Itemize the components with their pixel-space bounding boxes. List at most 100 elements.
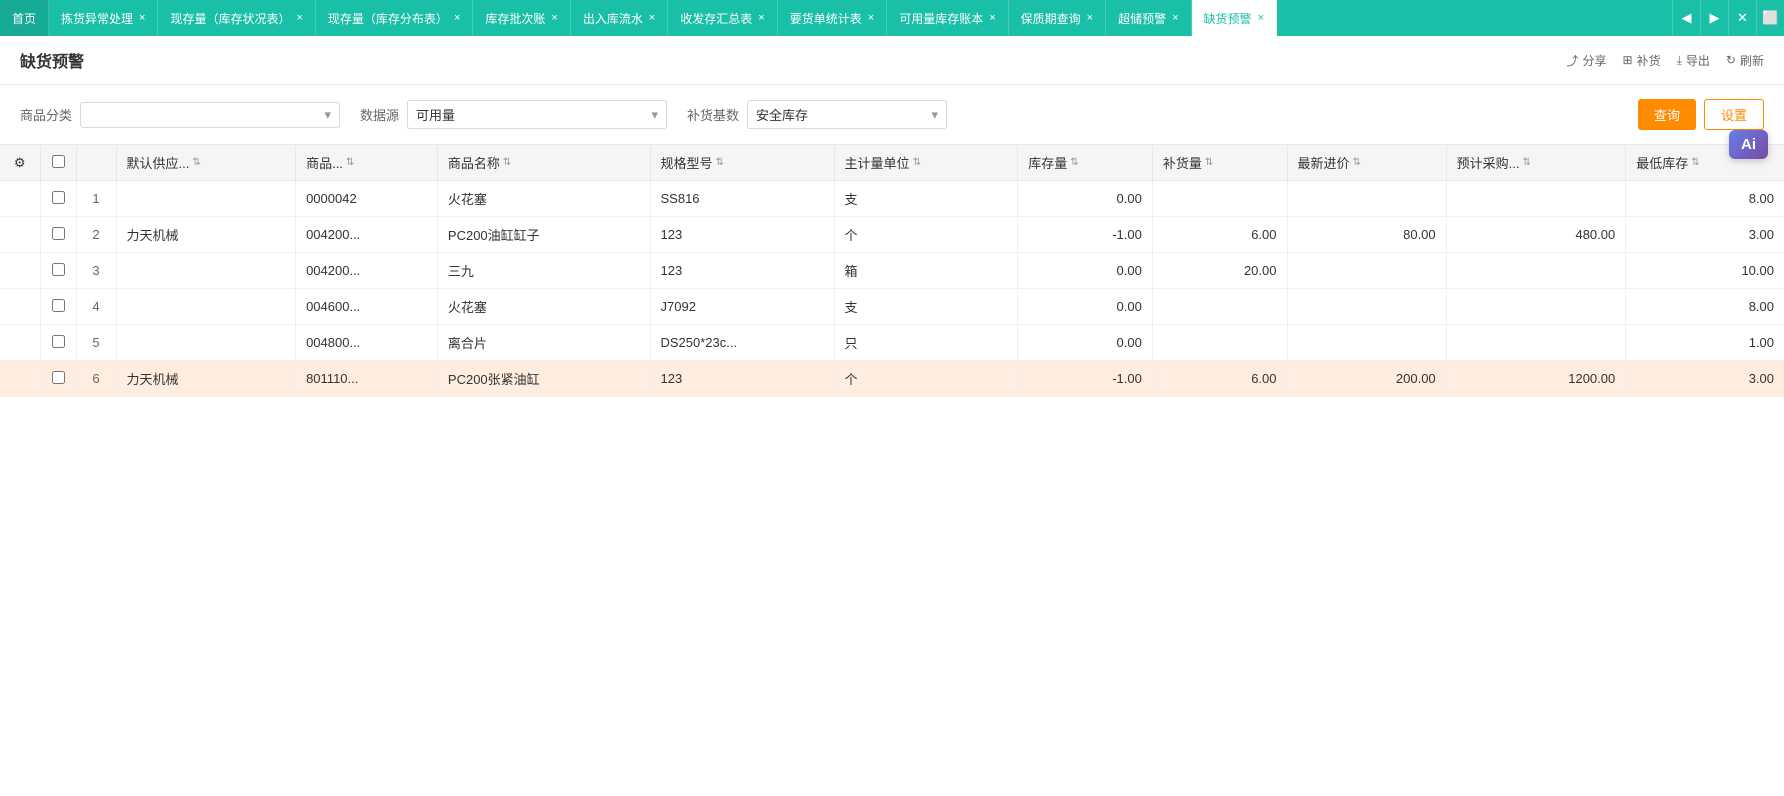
- tab-batch-account[interactable]: 库存批次账 ×: [473, 0, 570, 36]
- td-latest-price-2: [1287, 253, 1446, 289]
- td-latest-price-1: 80.00: [1287, 217, 1446, 253]
- td-checkbox-1[interactable]: [40, 217, 76, 253]
- refresh-button[interactable]: ↻ 刷新: [1726, 52, 1764, 69]
- tab-close-exception[interactable]: ×: [139, 12, 145, 24]
- select-all-checkbox[interactable]: [52, 155, 65, 168]
- row-checkbox-2[interactable]: [52, 263, 65, 276]
- tab-close-inout-flow[interactable]: ×: [649, 12, 655, 24]
- th-unit[interactable]: 主计量单位 ⇅: [834, 145, 1018, 181]
- table-row: 2 力天机械 004200... PC200油缸缸子 123 个 -1.00 6…: [0, 217, 1784, 253]
- th-stock[interactable]: 库存量 ⇅: [1018, 145, 1153, 181]
- tab-close-inventory-dist[interactable]: ×: [454, 12, 460, 24]
- tab-close-overstock[interactable]: ×: [1172, 12, 1178, 24]
- sort-icon-latest-price: ⇅: [1353, 157, 1361, 168]
- th-product-name[interactable]: 商品名称 ⇅: [437, 145, 650, 181]
- tab-receive-summary[interactable]: 收发存汇总表 ×: [668, 0, 777, 36]
- filter-restock-label: 补货基数: [687, 105, 739, 124]
- table-container: ⚙ 默认供应... ⇅ 商品... ⇅: [0, 145, 1784, 397]
- tab-inventory-status[interactable]: 现存量（库存状况表） ×: [158, 0, 315, 36]
- restock-button[interactable]: ⊞ 补货: [1623, 52, 1661, 69]
- tab-bar: 首页 拣货异常处理 × 现存量（库存状况表） × 现存量（库存分布表） × 库存…: [0, 0, 1784, 36]
- th-latest-price[interactable]: 最新进价 ⇅: [1287, 145, 1446, 181]
- tab-close-inventory-status[interactable]: ×: [296, 12, 302, 24]
- tab-inout-flow[interactable]: 出入库流水 ×: [571, 0, 668, 36]
- table-row: 6 力天机械 801110... PC200张紧油缸 123 个 -1.00 6…: [0, 361, 1784, 397]
- td-latest-price-3: [1287, 289, 1446, 325]
- td-latest-price-5: 200.00: [1287, 361, 1446, 397]
- table-row: 5 004800... 离合片 DS250*23c... 只 0.00 1.00: [0, 325, 1784, 361]
- td-unit-1: 个: [834, 217, 1018, 253]
- td-stock-4: 0.00: [1018, 325, 1153, 361]
- td-product-name-2: 三九: [437, 253, 650, 289]
- tab-close-batch-account[interactable]: ×: [551, 12, 557, 24]
- th-checkbox[interactable]: [40, 145, 76, 181]
- td-stock-0: 0.00: [1018, 181, 1153, 217]
- tab-order-stats[interactable]: 要货单统计表 ×: [778, 0, 887, 36]
- row-checkbox-4[interactable]: [52, 335, 65, 348]
- th-gear[interactable]: ⚙: [0, 145, 40, 181]
- filter-datasource-select[interactable]: 可用量 ▾: [407, 100, 667, 129]
- tab-home[interactable]: 首页: [0, 0, 49, 36]
- td-restock-qty-2: 20.00: [1152, 253, 1287, 289]
- tab-close-shortage[interactable]: ×: [1258, 12, 1264, 24]
- ai-badge[interactable]: Ai: [1729, 130, 1768, 159]
- tab-overstock[interactable]: 超储预警 ×: [1106, 0, 1191, 36]
- td-checkbox-4[interactable]: [40, 325, 76, 361]
- table-row: 1 0000042 火花塞 SS816 支 0.00 8.00: [0, 181, 1784, 217]
- refresh-icon: ↻: [1726, 53, 1736, 67]
- th-product-code[interactable]: 商品... ⇅: [296, 145, 438, 181]
- tab-prev-button[interactable]: ◀: [1672, 0, 1700, 36]
- tab-close-all-button[interactable]: ✕: [1728, 0, 1756, 36]
- td-spec-2: 123: [650, 253, 834, 289]
- td-product-code-0: 0000042: [296, 181, 438, 217]
- tab-close-available-ledger[interactable]: ×: [989, 12, 995, 24]
- th-spec[interactable]: 规格型号 ⇅: [650, 145, 834, 181]
- export-button[interactable]: ⤓ 导出: [1677, 52, 1710, 69]
- td-row-num-0: 1: [76, 181, 116, 217]
- tab-inventory-dist[interactable]: 现存量（库存分布表） ×: [316, 0, 473, 36]
- td-checkbox-5[interactable]: [40, 361, 76, 397]
- export-icon: ⤓: [1677, 53, 1682, 68]
- table-body: 1 0000042 火花塞 SS816 支 0.00 8.00 2 力天机械 0…: [0, 181, 1784, 397]
- tab-maximize-button[interactable]: ⬜: [1756, 0, 1784, 36]
- td-est-purchase-0: [1446, 181, 1626, 217]
- tab-expiry[interactable]: 保质期查询 ×: [1009, 0, 1106, 36]
- tab-close-receive-summary[interactable]: ×: [758, 12, 764, 24]
- td-row-num-3: 4: [76, 289, 116, 325]
- td-checkbox-0[interactable]: [40, 181, 76, 217]
- td-unit-5: 个: [834, 361, 1018, 397]
- th-default-supplier[interactable]: 默认供应... ⇅: [116, 145, 296, 181]
- th-restock-qty[interactable]: 补货量 ⇅: [1152, 145, 1287, 181]
- row-checkbox-1[interactable]: [52, 227, 65, 240]
- setting-button[interactable]: 设置: [1704, 99, 1764, 130]
- filter-actions: 查询 设置: [1638, 99, 1764, 130]
- filter-category-select[interactable]: ▾: [80, 102, 340, 128]
- row-checkbox-3[interactable]: [52, 299, 65, 312]
- tab-next-button[interactable]: ▶: [1700, 0, 1728, 36]
- tab-available-ledger[interactable]: 可用量库存账本 ×: [887, 0, 1008, 36]
- td-restock-qty-5: 6.00: [1152, 361, 1287, 397]
- tab-shortage[interactable]: 缺货预警 ×: [1192, 0, 1277, 36]
- td-product-name-1: PC200油缸缸子: [437, 217, 650, 253]
- sort-icon-restock-qty: ⇅: [1205, 157, 1213, 168]
- row-checkbox-5[interactable]: [52, 371, 65, 384]
- tab-close-expiry[interactable]: ×: [1087, 12, 1093, 24]
- td-row-num-1: 2: [76, 217, 116, 253]
- th-est-purchase[interactable]: 预计采购... ⇅: [1446, 145, 1626, 181]
- filter-restock-select[interactable]: 安全库存 ▾: [747, 100, 947, 129]
- share-button[interactable]: ⤴ 分享: [1566, 52, 1606, 69]
- td-supplier-5: 力天机械: [116, 361, 296, 397]
- td-checkbox-2[interactable]: [40, 253, 76, 289]
- td-row-num-5: 6: [76, 361, 116, 397]
- td-supplier-3: [116, 289, 296, 325]
- td-checkbox-3[interactable]: [40, 289, 76, 325]
- tab-close-order-stats[interactable]: ×: [868, 12, 874, 24]
- td-stock-2: 0.00: [1018, 253, 1153, 289]
- td-unit-2: 箱: [834, 253, 1018, 289]
- tab-exception[interactable]: 拣货异常处理 ×: [49, 0, 158, 36]
- row-checkbox-0[interactable]: [52, 191, 65, 204]
- td-spec-4: DS250*23c...: [650, 325, 834, 361]
- sort-icon-stock: ⇅: [1070, 157, 1078, 168]
- td-row-num-2: 3: [76, 253, 116, 289]
- query-button[interactable]: 查询: [1638, 99, 1696, 130]
